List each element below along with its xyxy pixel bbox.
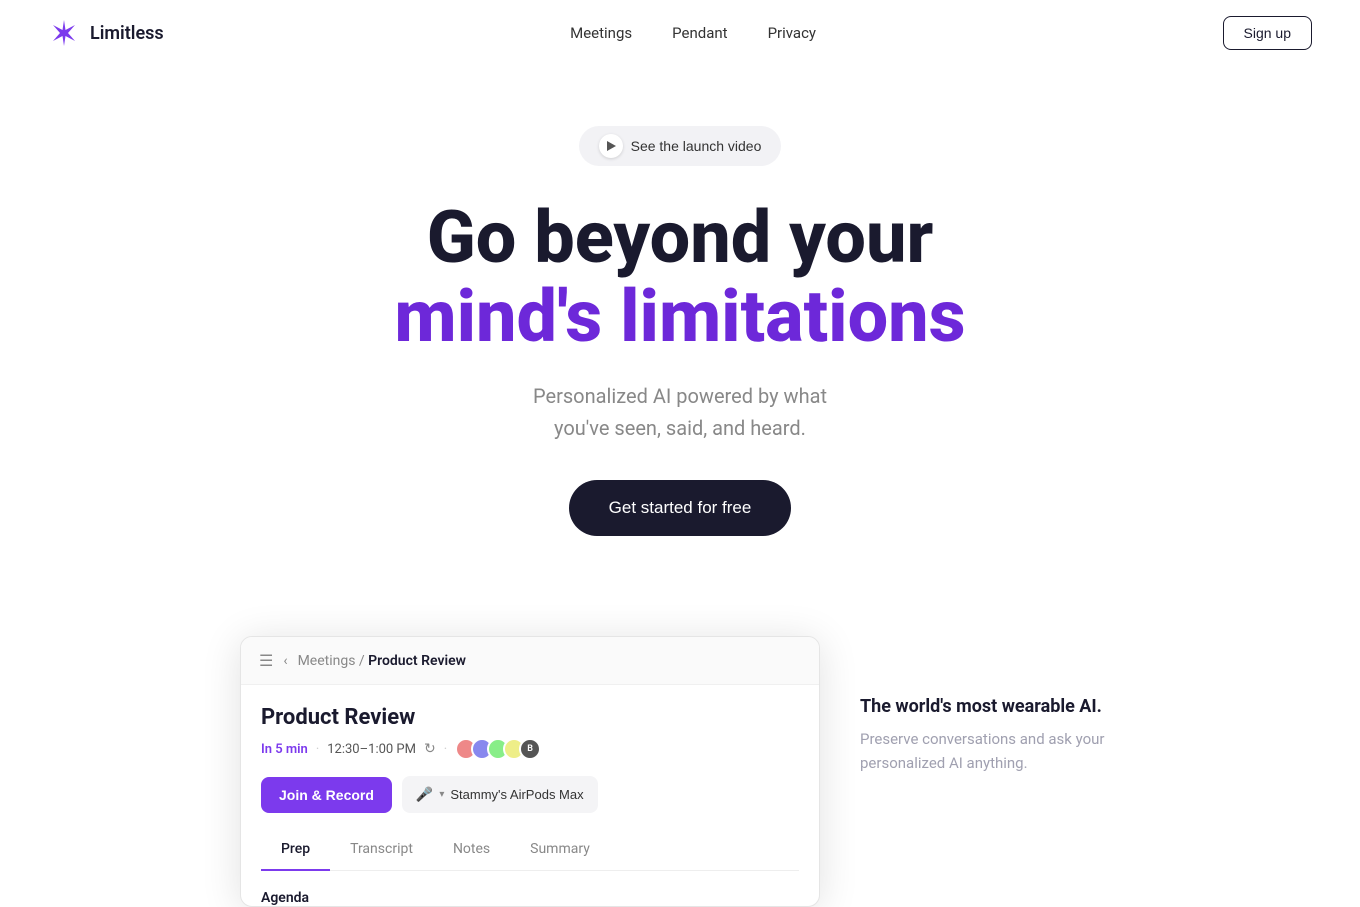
microphone-icon: 🎤	[416, 786, 433, 803]
meeting-meta: In 5 min · 12:30–1:00 PM ↻ · B	[261, 738, 799, 760]
play-icon	[599, 134, 623, 158]
meta-dot-1: ·	[316, 742, 319, 757]
app-tabs: Prep Transcript Notes Summary	[261, 829, 799, 871]
navbar: Limitless Meetings Pendant Privacy Sign …	[0, 0, 1360, 66]
logo-link[interactable]: Limitless	[48, 17, 164, 49]
launch-video-button[interactable]: See the launch video	[579, 126, 782, 166]
back-icon[interactable]: ‹	[283, 653, 287, 669]
breadcrumb-parent: Meetings	[298, 653, 356, 669]
side-text: The world's most wearable AI. Preserve c…	[860, 636, 1120, 775]
app-window: ☰ ‹ Meetings / Product Review Product Re…	[240, 636, 820, 907]
tab-summary[interactable]: Summary	[510, 829, 610, 871]
app-preview-section: ☰ ‹ Meetings / Product Review Product Re…	[0, 576, 1360, 907]
breadcrumb-current: Product Review	[368, 653, 466, 669]
hero-title-line2: mind's limitations	[394, 274, 965, 359]
meta-time-range: 12:30–1:00 PM	[327, 742, 416, 757]
hero-subtitle-line1: Personalized AI powered by what	[533, 384, 827, 408]
microphone-button[interactable]: 🎤 ▾ Stammy's AirPods Max	[402, 776, 598, 813]
chevron-down-icon: ▾	[439, 789, 444, 800]
nav-links: Meetings Pendant Privacy	[570, 24, 816, 42]
launch-video-label: See the launch video	[631, 138, 762, 154]
tab-transcript[interactable]: Transcript	[330, 829, 433, 871]
hero-subtitle: Personalized AI powered by what you've s…	[533, 380, 827, 444]
meta-time-soon: In 5 min	[261, 742, 308, 757]
signup-button[interactable]: Sign up	[1223, 16, 1312, 50]
avatar-group: B	[455, 738, 541, 760]
hero-section: See the launch video Go beyond your mind…	[0, 66, 1360, 576]
tab-prep[interactable]: Prep	[261, 829, 330, 871]
avatar-b: B	[519, 738, 541, 760]
agenda-section: Agenda	[261, 871, 799, 906]
menu-icon: ☰	[259, 651, 273, 670]
breadcrumb: Meetings / Product Review	[298, 653, 466, 669]
hero-title-line1: Go beyond your	[427, 195, 934, 280]
sync-icon: ↻	[424, 741, 436, 757]
tab-notes[interactable]: Notes	[433, 829, 510, 871]
nav-pendant[interactable]: Pendant	[672, 24, 727, 42]
side-description: Preserve conversations and ask your pers…	[860, 727, 1120, 775]
hero-title: Go beyond your mind's limitations	[394, 198, 965, 356]
app-titlebar: ☰ ‹ Meetings / Product Review	[241, 637, 819, 685]
cta-button[interactable]: Get started for free	[569, 480, 792, 536]
join-record-button[interactable]: Join & Record	[261, 777, 392, 813]
agenda-label: Agenda	[261, 890, 309, 906]
microphone-label: Stammy's AirPods Max	[450, 787, 583, 802]
meeting-actions: Join & Record 🎤 ▾ Stammy's AirPods Max	[261, 776, 799, 829]
hero-subtitle-line2: you've seen, said, and heard.	[554, 416, 806, 440]
nav-meetings[interactable]: Meetings	[570, 24, 632, 42]
logo-icon	[48, 17, 80, 49]
breadcrumb-separator: /	[359, 653, 368, 669]
meeting-title: Product Review	[261, 705, 799, 730]
meta-dot-2: ·	[444, 742, 447, 757]
logo-text: Limitless	[90, 23, 164, 44]
app-body: Product Review In 5 min · 12:30–1:00 PM …	[241, 685, 819, 906]
side-heading: The world's most wearable AI.	[860, 696, 1120, 717]
play-triangle	[607, 141, 616, 151]
nav-privacy[interactable]: Privacy	[768, 24, 816, 42]
